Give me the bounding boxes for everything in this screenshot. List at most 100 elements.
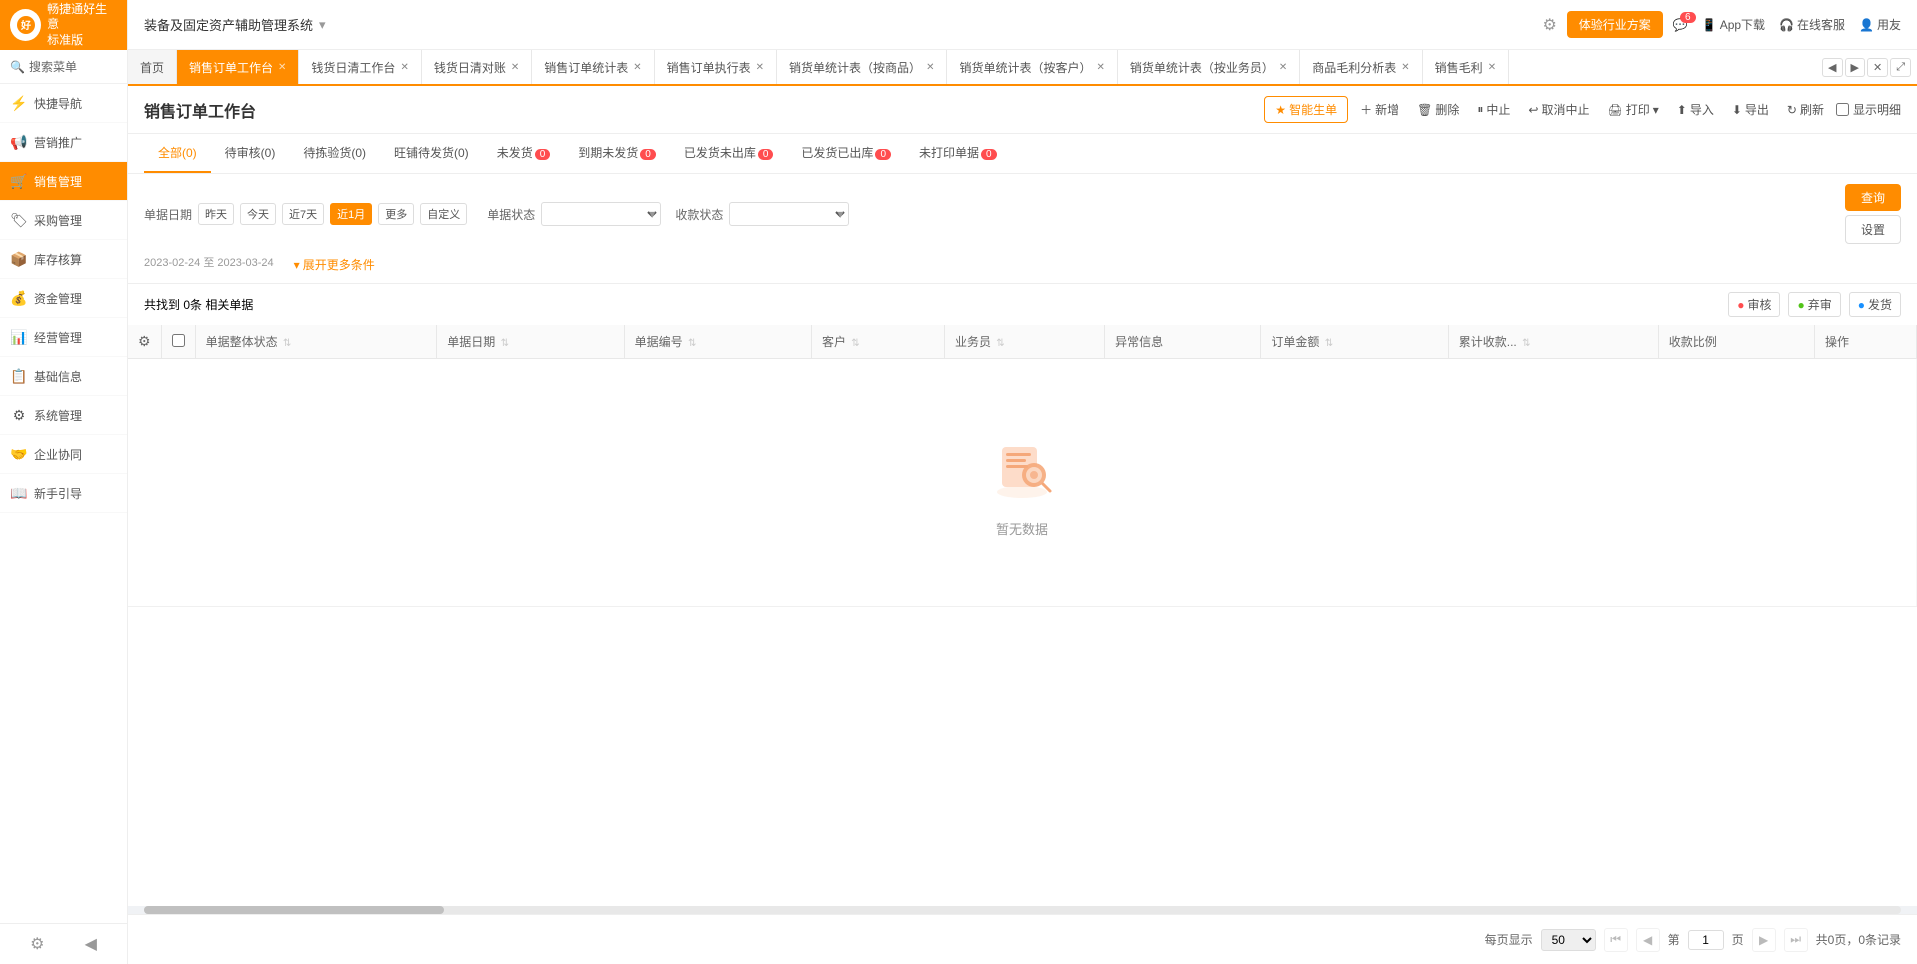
cancel-pause-button[interactable]: ↩ 取消中止 — [1522, 97, 1595, 122]
sidebar-search[interactable]: 🔍 搜索菜单 — [0, 50, 127, 84]
date-btn-custom[interactable]: 自定义 — [420, 203, 467, 225]
expand-filter-button[interactable]: ▾ 展开更多条件 — [294, 256, 375, 273]
sidebar-item-sales[interactable]: 🛒 销售管理 — [0, 162, 127, 201]
tab-close-icon-3[interactable]: ✕ — [511, 62, 519, 73]
detail-checkbox[interactable] — [1836, 103, 1849, 116]
app-download-button[interactable]: 📱 App下载 — [1702, 16, 1765, 33]
tab-sales-gross[interactable]: 销售毛利 ✕ — [1423, 50, 1509, 85]
status-select[interactable] — [541, 202, 661, 226]
tab-daily-clear[interactable]: 钱货日清工作台 ✕ — [299, 50, 421, 85]
prev-page-button[interactable]: ◀ — [1636, 928, 1660, 952]
th-customer[interactable]: 客户 ⇅ — [811, 325, 944, 359]
tab-reconcile[interactable]: 钱货日清对账 ✕ — [422, 50, 532, 85]
ship-action-button[interactable]: ● 发货 — [1849, 292, 1901, 317]
industry-solution-button[interactable]: 体验行业方案 — [1567, 11, 1663, 38]
smart-create-button[interactable]: ★ 智能生单 — [1264, 96, 1348, 123]
sidebar-collapse-icon[interactable]: ◀ — [85, 934, 97, 954]
sub-tab-wangpu-ship[interactable]: 旺铺待发货(0) — [380, 134, 483, 173]
date-btn-more[interactable]: 更多 — [378, 203, 414, 225]
settings-button[interactable]: 设置 — [1845, 215, 1901, 244]
sub-tab-not-shipped[interactable]: 未发货0 — [483, 134, 565, 173]
tab-close-icon-5[interactable]: ✕ — [756, 62, 764, 73]
tab-close-all-button[interactable]: ✕ — [1867, 58, 1888, 77]
page-input[interactable] — [1688, 930, 1724, 950]
pause-button[interactable]: ⏸ 中止 — [1471, 97, 1516, 122]
tab-order-exec[interactable]: 销售订单执行表 ✕ — [655, 50, 777, 85]
message-badge-wrap[interactable]: 💬 6 — [1673, 18, 1688, 32]
sub-tab-not-printed[interactable]: 未打印单据0 — [905, 134, 1011, 173]
payment-select[interactable] — [729, 202, 849, 226]
sidebar-gear-icon[interactable]: ⚙ — [30, 934, 44, 954]
ship-dot: ● — [1858, 298, 1865, 312]
th-salesperson[interactable]: 业务员 ⇅ — [944, 325, 1104, 359]
th-date[interactable]: 单据日期 ⇅ — [437, 325, 624, 359]
th-status[interactable]: 单据整体状态 ⇅ — [195, 325, 437, 359]
online-service-button[interactable]: 🎧 在线客服 — [1779, 16, 1845, 33]
purchase-icon: 🏷 — [10, 211, 28, 229]
filter-bar: 单据日期 昨天 今天 近7天 近1月 更多 自定义 单据状态 ▾ 收款状态 — [128, 174, 1917, 284]
print-button[interactable]: 🖨 打印 ▾ — [1601, 97, 1664, 122]
tab-close-icon-10[interactable]: ✕ — [1488, 62, 1496, 73]
tab-close-icon-8[interactable]: ✕ — [1279, 62, 1287, 73]
date-btn-today[interactable]: 今天 — [240, 203, 276, 225]
sub-tab-pending-inspection[interactable]: 待拣验货(0) — [289, 134, 380, 173]
sub-tab-overdue-ship[interactable]: 到期未发货0 — [564, 134, 670, 173]
th-collected[interactable]: 累计收款... ⇅ — [1448, 325, 1658, 359]
horizontal-scrollbar[interactable] — [144, 906, 1901, 914]
tab-order-stat[interactable]: 销售订单统计表 ✕ — [532, 50, 654, 85]
detail-checkbox-label[interactable]: 显示明细 — [1836, 101, 1901, 118]
tab-gross-margin[interactable]: 商品毛利分析表 ✕ — [1300, 50, 1422, 85]
tab-close-icon-7[interactable]: ✕ — [1096, 62, 1104, 73]
tab-home[interactable]: 首页 — [128, 50, 177, 85]
sidebar-item-quick-nav[interactable]: ⚡ 快捷导航 — [0, 84, 127, 123]
sub-tab-all[interactable]: 全部(0) — [144, 134, 211, 173]
sidebar-item-purchase[interactable]: 🏷 采购管理 — [0, 201, 127, 240]
query-button[interactable]: 查询 — [1845, 184, 1901, 211]
gear-settings-icon[interactable]: ⚙ — [1542, 15, 1556, 35]
tab-close-icon-4[interactable]: ✕ — [633, 62, 641, 73]
per-page-select[interactable]: 50 100 — [1541, 929, 1596, 951]
tab-scroll-prev-button[interactable]: ◀ — [1822, 58, 1842, 77]
sidebar-item-guide[interactable]: 📖 新手引导 — [0, 474, 127, 513]
select-all-checkbox[interactable] — [172, 334, 185, 347]
delete-button[interactable]: 🗑 删除 — [1411, 97, 1465, 122]
sidebar-item-base[interactable]: 📋 基础信息 — [0, 357, 127, 396]
import-button[interactable]: ⬆ 导入 — [1671, 97, 1720, 122]
th-amount[interactable]: 订单金额 ⇅ — [1261, 325, 1448, 359]
th-settings[interactable]: ⚙ — [128, 325, 161, 359]
tab-close-icon-6[interactable]: ✕ — [926, 62, 934, 73]
export-button[interactable]: ⬇ 导出 — [1726, 97, 1775, 122]
next-page-button[interactable]: ▶ — [1752, 928, 1776, 952]
sub-tab-pending-review[interactable]: 待审核(0) — [211, 134, 290, 173]
tab-customer-stat[interactable]: 销货单统计表（按客户） ✕ — [947, 50, 1117, 85]
review-action-button[interactable]: ● 审核 — [1728, 292, 1780, 317]
tab-close-icon-9[interactable]: ✕ — [1401, 62, 1409, 73]
tab-close-icon[interactable]: ✕ — [278, 62, 286, 73]
revoke-action-button[interactable]: ● 弃审 — [1788, 292, 1840, 317]
sidebar-item-inventory[interactable]: 📦 库存核算 — [0, 240, 127, 279]
sidebar-item-marketing[interactable]: 📢 营销推广 — [0, 123, 127, 162]
th-number[interactable]: 单据编号 ⇅ — [624, 325, 811, 359]
tab-maximize-button[interactable]: ⤢ — [1890, 58, 1911, 77]
tab-salesperson-stat[interactable]: 销货单统计表（按业务员） ✕ — [1118, 50, 1300, 85]
date-btn-7days[interactable]: 近7天 — [282, 203, 324, 225]
scrollbar-thumb[interactable] — [144, 906, 444, 914]
tab-goods-stat[interactable]: 销货单统计表（按商品） ✕ — [777, 50, 947, 85]
refresh-button[interactable]: ↻ 刷新 — [1781, 97, 1830, 122]
sidebar-item-corp[interactable]: 🤝 企业协同 — [0, 435, 127, 474]
add-button[interactable]: ＋ 新增 — [1354, 97, 1405, 122]
user-menu-button[interactable]: 👤 用友 — [1859, 16, 1901, 33]
sub-tab-shipped-out[interactable]: 已发货已出库0 — [787, 134, 905, 173]
sub-tab-shipped-not-out[interactable]: 已发货未出库0 — [670, 134, 788, 173]
date-btn-1month[interactable]: 近1月 — [330, 203, 372, 225]
tab-sales-workbench[interactable]: 销售订单工作台 ✕ — [177, 50, 299, 85]
tab-scroll-next-button[interactable]: ▶ — [1845, 58, 1865, 77]
th-checkbox[interactable] — [161, 325, 195, 359]
sidebar-item-system[interactable]: ⚙ 系统管理 — [0, 396, 127, 435]
tab-close-icon-2[interactable]: ✕ — [400, 62, 408, 73]
last-page-button[interactable]: ⏭ — [1784, 928, 1808, 952]
sidebar-item-finance[interactable]: 💰 资金管理 — [0, 279, 127, 318]
first-page-button[interactable]: ⏮ — [1604, 928, 1628, 952]
date-btn-yesterday[interactable]: 昨天 — [198, 203, 234, 225]
sidebar-item-operations[interactable]: 📊 经营管理 — [0, 318, 127, 357]
